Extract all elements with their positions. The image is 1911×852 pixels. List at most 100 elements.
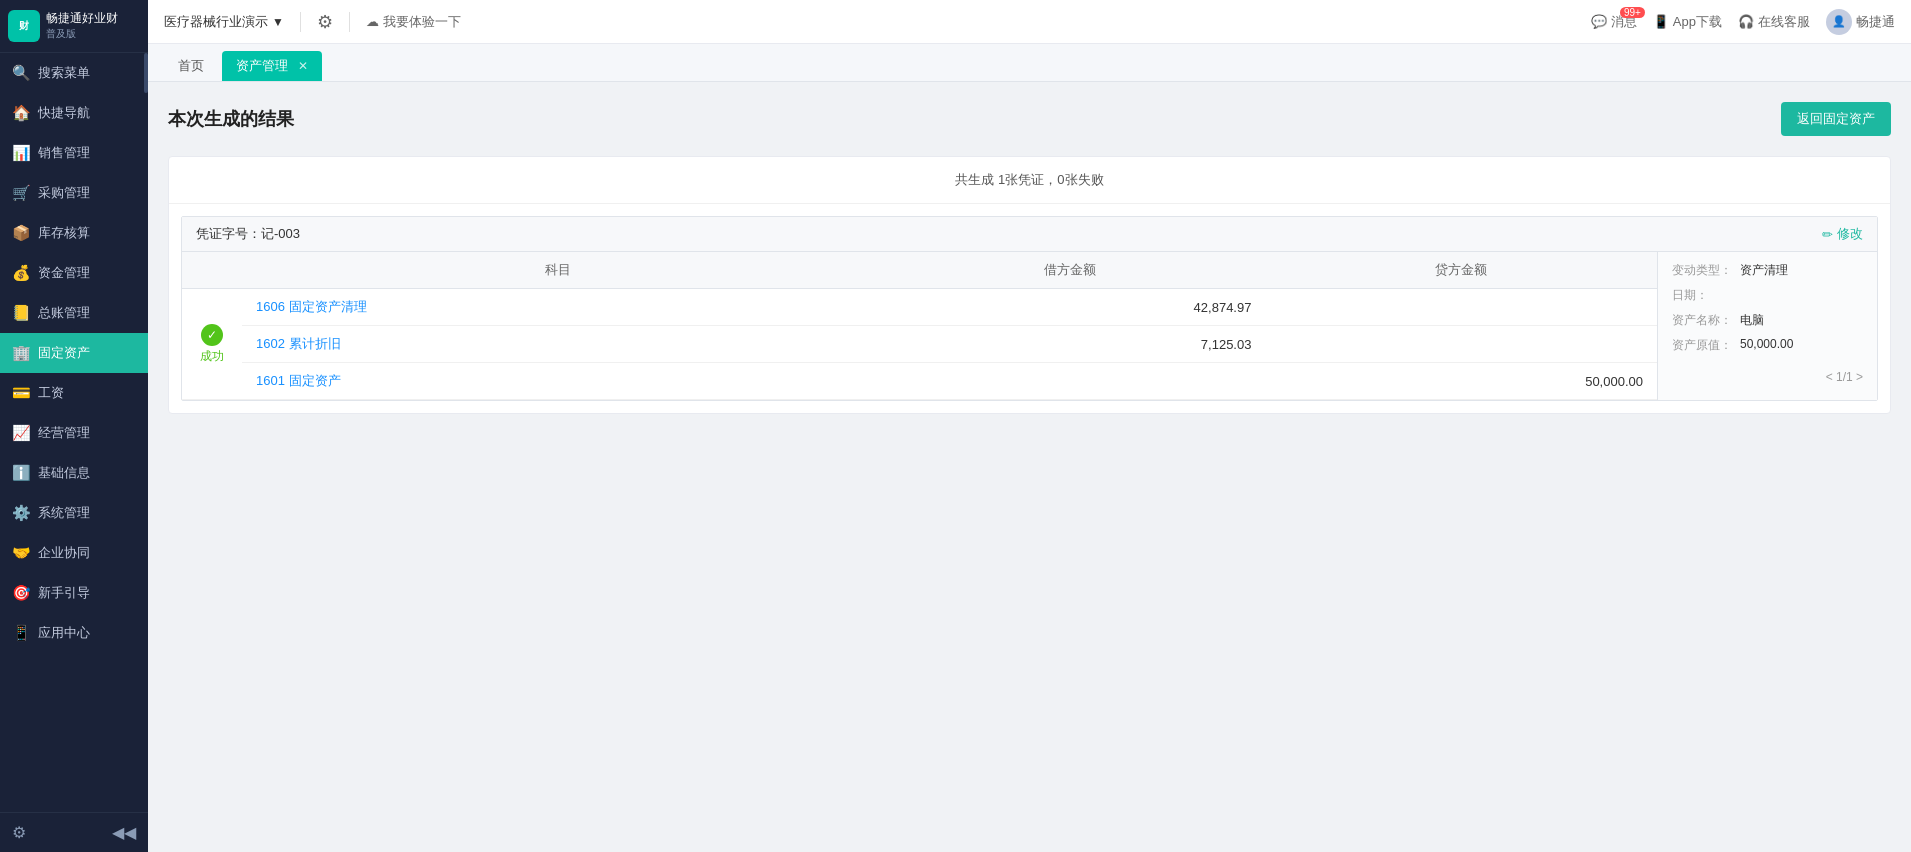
voucher-block: 凭证字号：记-003 ✏ 修改 科目	[181, 216, 1878, 401]
topbar: 医疗器械行业演示 ▼ ⚙ ☁ 我要体验一下 💬 消息 99+ 📱 App下载 🎧…	[148, 0, 1911, 44]
sidebar-item-basic-info[interactable]: ℹ️ 基础信息	[0, 453, 148, 493]
sidebar-footer: ⚙ ◀◀	[0, 812, 148, 852]
side-asset-name-row: 资产名称： 电脑	[1672, 312, 1863, 329]
table-row: 1602 累计折旧 7,125.03	[182, 326, 1657, 363]
message-button[interactable]: 💬 消息 99+	[1591, 13, 1637, 31]
app-download-button[interactable]: 📱 App下载	[1653, 13, 1722, 31]
voucher-header: 凭证字号：记-003 ✏ 修改	[182, 217, 1877, 252]
asset-value-label: 资产原值：	[1672, 337, 1732, 354]
col-header-subject: 科目	[242, 252, 874, 289]
operations-icon: 📈	[12, 424, 30, 442]
app-logo-text: 畅捷通好业财 普及版	[46, 11, 118, 41]
purchase-icon: 🛒	[12, 184, 30, 202]
online-service-button[interactable]: 🎧 在线客服	[1738, 13, 1810, 31]
asset-value-value: 50,000.00	[1740, 337, 1793, 354]
return-button[interactable]: 返回固定资产	[1781, 102, 1891, 136]
page-content: 本次生成的结果 返回固定资产 共生成 1张凭证，0张失败 凭证字号：记-003 …	[148, 82, 1911, 852]
sidebar-nav: 🔍 搜索菜单 🏠 快捷导航 📊 销售管理 🛒 采购管理 📦 库存核算 💰 资金管…	[0, 53, 148, 812]
status-cell: ✓ 成功	[182, 289, 242, 400]
page-title-row: 本次生成的结果 返回固定资产	[168, 102, 1891, 136]
tab-asset-mgmt[interactable]: 资产管理 ✕	[222, 51, 322, 81]
voucher-table: 科目 借方金额 贷方金额 ✓ 成	[182, 252, 1657, 400]
debit-cell-2: 7,125.03	[874, 326, 1266, 363]
change-type-label: 变动类型：	[1672, 262, 1732, 279]
col-header-credit: 贷方金额	[1265, 252, 1657, 289]
side-asset-value-row: 资产原值： 50,000.00	[1672, 337, 1863, 354]
credit-cell-1	[1265, 289, 1657, 326]
voucher-table-area: 科目 借方金额 贷方金额 ✓ 成	[182, 252, 1657, 400]
table-row: 1601 固定资产 50,000.00	[182, 363, 1657, 400]
nav-tabs: 首页 资产管理 ✕	[148, 44, 1911, 82]
debit-cell-3	[874, 363, 1266, 400]
tab-home[interactable]: 首页	[164, 51, 218, 81]
project-name: 医疗器械行业演示	[164, 13, 268, 31]
sidebar-item-app-center[interactable]: 📱 应用中心	[0, 613, 148, 653]
sidebar-item-inventory[interactable]: 📦 库存核算	[0, 213, 148, 253]
voucher-content: 科目 借方金额 贷方金额 ✓ 成	[182, 252, 1877, 400]
voucher-pagination[interactable]: < 1/1 >	[1672, 370, 1863, 384]
change-type-value: 资产清理	[1740, 262, 1788, 279]
message-badge: 99+	[1620, 7, 1645, 18]
sidebar-item-operations[interactable]: 📈 经营管理	[0, 413, 148, 453]
collapse-icon[interactable]: ◀◀	[112, 823, 136, 842]
fixed-assets-icon: 🏢	[12, 344, 30, 362]
side-change-type-row: 变动类型： 资产清理	[1672, 262, 1863, 279]
voucher-side-info: 变动类型： 资产清理 日期： 资产名称： 电脑 资产原值：	[1657, 252, 1877, 400]
col-header-status	[182, 252, 242, 289]
credit-cell-3: 50,000.00	[1265, 363, 1657, 400]
system-icon: ⚙️	[12, 504, 30, 522]
cloud-icon: ☁	[366, 14, 379, 29]
result-panel: 共生成 1张凭证，0张失败 凭证字号：记-003 ✏ 修改	[168, 156, 1891, 414]
topbar-divider-2	[349, 12, 350, 32]
cooperation-icon: 🤝	[12, 544, 30, 562]
edit-icon: ✏	[1822, 227, 1833, 242]
topbar-settings-button[interactable]: ⚙	[317, 11, 333, 33]
settings-footer-icon[interactable]: ⚙	[12, 823, 26, 842]
subject-cell-1[interactable]: 1606 固定资产清理	[242, 289, 874, 326]
sidebar-item-quick-nav[interactable]: 🏠 快捷导航	[0, 93, 148, 133]
success-text: 成功	[200, 348, 224, 365]
success-badge: ✓ 成功	[196, 324, 228, 365]
table-row: ✓ 成功 1606 固定资产清理 42,874.97	[182, 289, 1657, 326]
sidebar-item-cooperation[interactable]: 🤝 企业协同	[0, 533, 148, 573]
date-label: 日期：	[1672, 287, 1708, 304]
check-circle-icon: ✓	[201, 324, 223, 346]
experience-button[interactable]: ☁ 我要体验一下	[366, 13, 461, 31]
app-center-icon: 📱	[12, 624, 30, 642]
sales-icon: 📊	[12, 144, 30, 162]
inventory-icon: 📦	[12, 224, 30, 242]
credit-cell-2	[1265, 326, 1657, 363]
asset-name-value: 电脑	[1740, 312, 1764, 329]
search-icon: 🔍	[12, 64, 30, 82]
result-summary: 共生成 1张凭证，0张失败	[169, 157, 1890, 204]
topbar-divider-1	[300, 12, 301, 32]
subject-cell-2[interactable]: 1602 累计折旧	[242, 326, 874, 363]
user-menu[interactable]: 👤 畅捷通	[1826, 9, 1895, 35]
sidebar-item-funds[interactable]: 💰 资金管理	[0, 253, 148, 293]
sidebar-item-search[interactable]: 🔍 搜索菜单	[0, 53, 148, 93]
side-date-row: 日期：	[1672, 287, 1863, 304]
sidebar-item-guide[interactable]: 🎯 新手引导	[0, 573, 148, 613]
sidebar-item-system[interactable]: ⚙️ 系统管理	[0, 493, 148, 533]
payroll-icon: 💳	[12, 384, 30, 402]
voucher-id: 凭证字号：记-003	[196, 225, 300, 243]
sidebar-item-fixed-assets[interactable]: 🏢 固定资产	[0, 333, 148, 373]
ledger-icon: 📒	[12, 304, 30, 322]
avatar: 👤	[1826, 9, 1852, 35]
sidebar-item-ledger[interactable]: 📒 总账管理	[0, 293, 148, 333]
sidebar-item-payroll[interactable]: 💳 工资	[0, 373, 148, 413]
message-icon: 💬	[1591, 14, 1607, 29]
tab-close-icon[interactable]: ✕	[298, 59, 308, 73]
chevron-down-icon: ▼	[272, 15, 284, 29]
sidebar: 财 畅捷通好业财 普及版 🔍 搜索菜单 🏠 快捷导航 📊 销售管理 🛒 采购管理…	[0, 0, 148, 852]
sidebar-item-sales[interactable]: 📊 销售管理	[0, 133, 148, 173]
sidebar-item-purchase[interactable]: 🛒 采购管理	[0, 173, 148, 213]
voucher-edit-button[interactable]: ✏ 修改	[1822, 225, 1863, 243]
mobile-icon: 📱	[1653, 14, 1669, 29]
subject-cell-3[interactable]: 1601 固定资产	[242, 363, 874, 400]
home-icon: 🏠	[12, 104, 30, 122]
funds-icon: 💰	[12, 264, 30, 282]
topbar-right: 💬 消息 99+ 📱 App下载 🎧 在线客服 👤 畅捷通	[1591, 9, 1895, 35]
project-selector[interactable]: 医疗器械行业演示 ▼	[164, 13, 284, 31]
app-logo-icon: 财	[8, 10, 40, 42]
